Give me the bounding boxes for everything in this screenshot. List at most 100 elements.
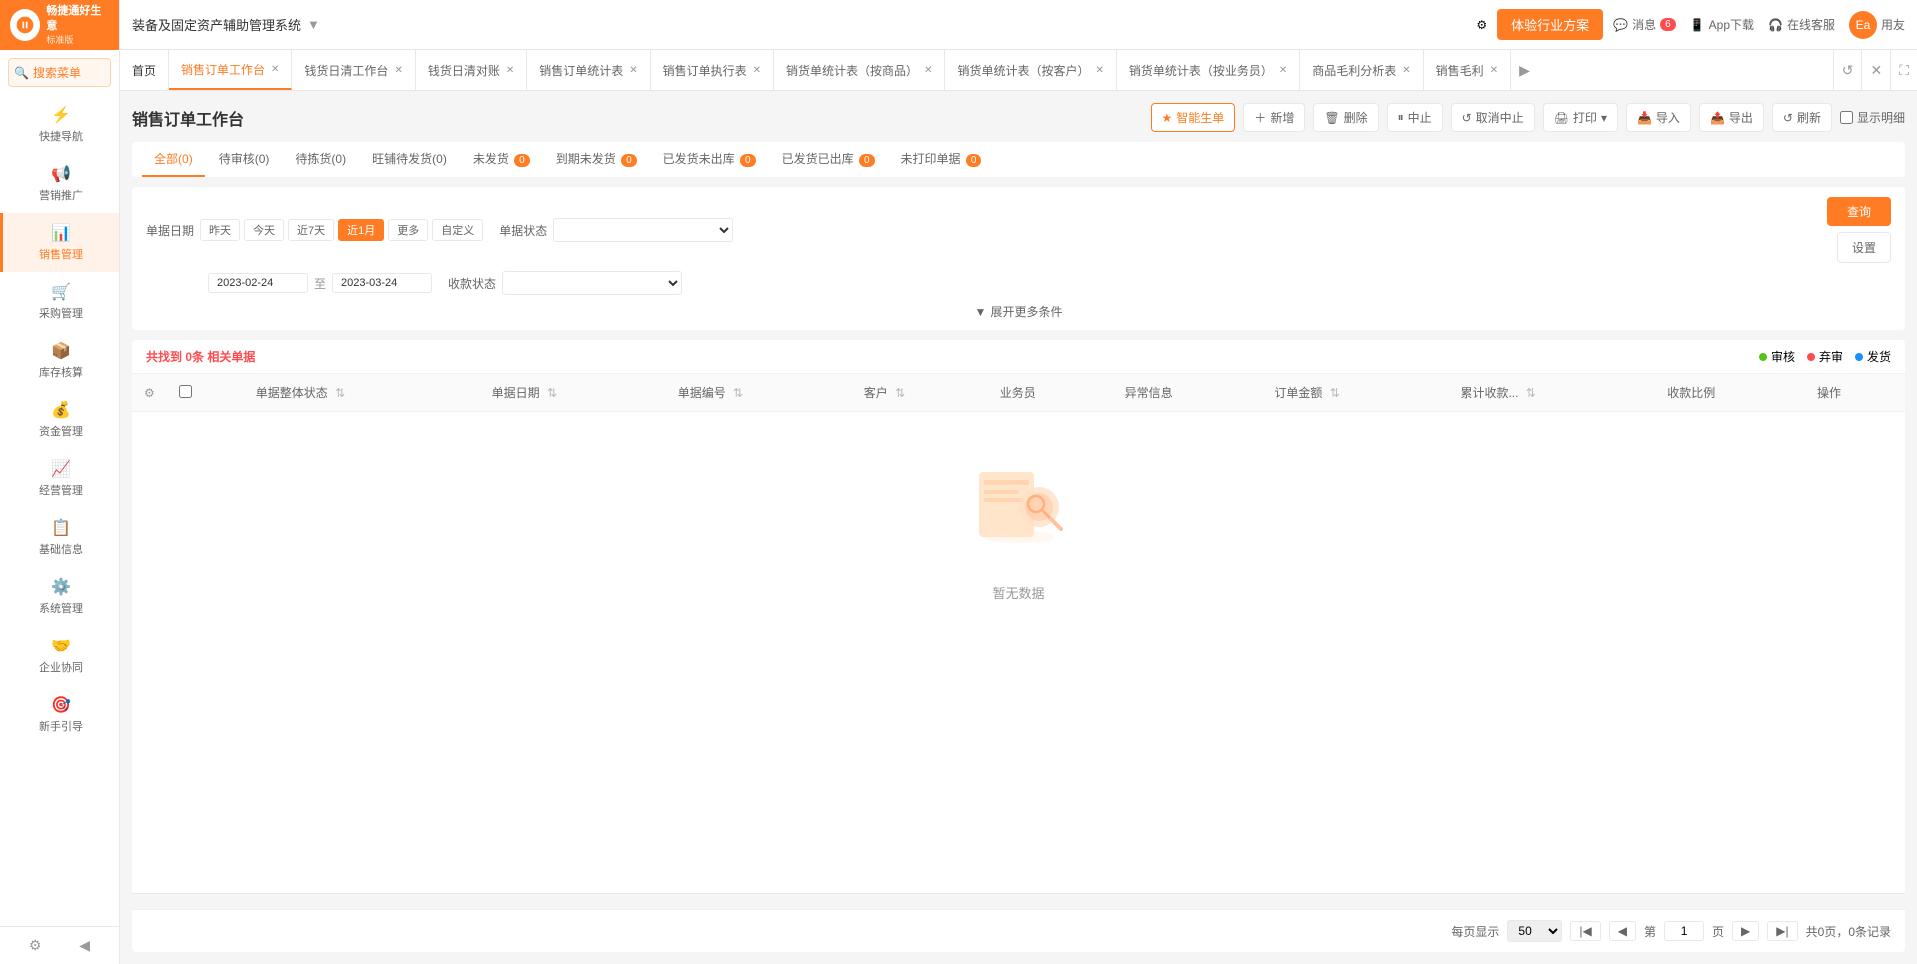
th-date[interactable]: 单据日期 ⇅	[480, 374, 666, 412]
tab-action-close-all[interactable]: ✕	[1861, 50, 1890, 90]
filter-tab-pending-audit[interactable]: 待审核(0)	[207, 142, 282, 177]
tab-sales-by-salesperson[interactable]: 销货单统计表（按业务员） ✕	[1117, 50, 1300, 90]
th-customer[interactable]: 客户 ⇅	[852, 374, 988, 412]
sidebar-item-quick-nav[interactable]: ⚡ 快捷导航	[0, 95, 119, 154]
tab-sales-stat[interactable]: 销售订单统计表 ✕	[527, 50, 650, 90]
sidebar-item-cooperation[interactable]: 🤝 企业协同	[0, 626, 119, 685]
sidebar-item-marketing[interactable]: 📢 营销推广	[0, 154, 119, 213]
sidebar-item-guide[interactable]: 🎯 新手引导	[0, 685, 119, 744]
show-detail-checkbox[interactable]	[1840, 111, 1853, 124]
sidebar-item-sales[interactable]: 📊 销售管理	[0, 213, 119, 272]
sidebar-item-management[interactable]: 📈 经营管理	[0, 449, 119, 508]
column-settings-icon[interactable]: ⚙	[144, 386, 155, 400]
filter-tab-pending-pick[interactable]: 待拣货(0)	[283, 142, 358, 177]
expand-btn[interactable]: ▼ 展开更多条件	[975, 303, 1063, 320]
date-start-input[interactable]	[208, 273, 308, 293]
export-btn[interactable]: 📤 导出	[1699, 103, 1764, 132]
print-btn[interactable]: 🖨 打印 ▾	[1543, 103, 1618, 132]
last-page-btn[interactable]: ▶|	[1767, 921, 1797, 941]
smart-generate-btn[interactable]: ★ 智能生单	[1151, 103, 1236, 132]
date-yesterday-btn[interactable]: 昨天	[200, 219, 240, 241]
tab-action-refresh[interactable]: ↺	[1833, 50, 1862, 90]
tab-home[interactable]: 首页	[120, 50, 169, 90]
search-menu-button[interactable]: 🔍 搜索菜单	[8, 58, 111, 87]
title-dropdown-icon[interactable]: ▼	[307, 17, 320, 32]
date-more-btn[interactable]: 更多	[388, 219, 428, 241]
sidebar-item-base-info[interactable]: 📋 基础信息	[0, 508, 119, 567]
th-status[interactable]: 单据整体状态 ⇅	[244, 374, 480, 412]
stop-btn[interactable]: ⏸ 中止	[1387, 103, 1443, 132]
date-today-btn[interactable]: 今天	[244, 219, 284, 241]
filter-tab-shop-pending[interactable]: 旺铺待发货(0)	[360, 142, 459, 177]
tab-sales-exec[interactable]: 销售订单执行表 ✕	[651, 50, 774, 90]
filter-tab-all[interactable]: 全部(0)	[142, 142, 205, 177]
set-btn[interactable]: 设置	[1837, 232, 1891, 263]
tab-sales-by-customer[interactable]: 销货单统计表（按客户） ✕	[945, 50, 1116, 90]
th-number[interactable]: 单据编号 ⇅	[666, 374, 852, 412]
add-btn[interactable]: ＋ 新增	[1243, 103, 1305, 132]
industry-btn[interactable]: 体验行业方案	[1497, 9, 1603, 40]
filter-tab-unprinted[interactable]: 未打印单据 0	[889, 142, 994, 177]
tab-gross-profit[interactable]: 商品毛利分析表 ✕	[1300, 50, 1423, 90]
settings-icon[interactable]: ⚙	[29, 937, 42, 954]
filter-tab-overdue-unshipped[interactable]: 到期未发货 0	[544, 142, 649, 177]
import-btn[interactable]: 📥 导入	[1626, 103, 1691, 132]
tab-sales-by-product[interactable]: 销货单统计表（按商品） ✕	[774, 50, 945, 90]
payment-select[interactable]	[502, 271, 682, 295]
inventory-icon: 📦	[51, 341, 71, 361]
query-btn[interactable]: 查询	[1827, 197, 1891, 226]
refresh-btn[interactable]: ↺ 刷新	[1772, 103, 1832, 132]
message-action[interactable]: 💬 消息 6	[1613, 16, 1676, 33]
tab-close-icon[interactable]: ✕	[753, 65, 761, 76]
th-collected[interactable]: 累计收款... ⇅	[1448, 374, 1655, 412]
filter-tab-shipped-out[interactable]: 已发货已出库 0	[770, 142, 887, 177]
cancel-stop-btn[interactable]: ↺ 取消中止	[1451, 103, 1535, 132]
sidebar-item-inventory[interactable]: 📦 库存核算	[0, 331, 119, 390]
filter-tab-shipped-not-out[interactable]: 已发货未出库 0	[651, 142, 768, 177]
sidebar-item-system[interactable]: ⚙️ 系统管理	[0, 567, 119, 626]
delete-btn[interactable]: 🗑 删除	[1313, 103, 1378, 132]
first-page-btn[interactable]: |◀	[1570, 921, 1600, 941]
select-all-checkbox[interactable]	[179, 385, 192, 398]
show-detail-label: 显示明细	[1857, 109, 1905, 126]
per-page-select[interactable]: 10 20 50 100	[1507, 920, 1562, 942]
quick-revoke-btn[interactable]: 弃审	[1807, 348, 1843, 365]
tab-close-icon[interactable]: ✕	[629, 65, 637, 76]
tabbar-more-btn[interactable]: ▶	[1511, 62, 1538, 79]
status-filter: 单据状态	[499, 218, 733, 242]
tab-sales-gross[interactable]: 销售毛利 ✕	[1424, 50, 1511, 90]
empty-state: 暂无数据	[132, 412, 1905, 642]
date-custom-btn[interactable]: 自定义	[432, 219, 483, 241]
user-action[interactable]: Ea 用友	[1849, 11, 1905, 39]
tab-close-icon[interactable]: ✕	[1490, 65, 1498, 76]
tab-close-icon[interactable]: ✕	[506, 65, 514, 76]
tab-daily-clear[interactable]: 钱货日清工作台 ✕	[292, 50, 415, 90]
page-input[interactable]	[1664, 921, 1704, 941]
next-page-btn[interactable]: ▶	[1732, 921, 1759, 941]
tab-action-expand[interactable]: ⛶	[1890, 50, 1917, 90]
app-download-action[interactable]: 📱 App下载	[1690, 16, 1754, 33]
tab-reconcile[interactable]: 钱货日清对账 ✕	[416, 50, 527, 90]
collapse-icon[interactable]: ◀	[79, 937, 90, 954]
horizontal-scrollbar[interactable]	[132, 893, 1905, 909]
tab-close-icon[interactable]: ✕	[1095, 65, 1103, 76]
prev-page-btn[interactable]: ◀	[1609, 921, 1636, 941]
quick-audit-btn[interactable]: 审核	[1759, 348, 1795, 365]
th-amount[interactable]: 订单金额 ⇅	[1262, 374, 1448, 412]
filter-tab-unshipped[interactable]: 未发货 0	[461, 142, 542, 177]
tab-close-icon[interactable]: ✕	[1279, 65, 1287, 76]
status-select[interactable]	[553, 218, 733, 242]
tab-close-icon[interactable]: ✕	[394, 65, 402, 76]
topbar-settings[interactable]: ⚙	[1476, 18, 1487, 32]
date-1month-btn[interactable]: 近1月	[338, 219, 384, 241]
quick-ship-btn[interactable]: 发货	[1855, 348, 1891, 365]
tab-close-icon[interactable]: ✕	[924, 65, 932, 76]
online-service-action[interactable]: 🎧 在线客服	[1768, 16, 1835, 33]
date-7days-btn[interactable]: 近7天	[288, 219, 334, 241]
tab-close-icon[interactable]: ✕	[1402, 65, 1410, 76]
date-end-input[interactable]	[332, 273, 432, 293]
sidebar-item-purchase[interactable]: 🛒 采购管理	[0, 272, 119, 331]
tab-close-icon[interactable]: ✕	[271, 64, 279, 75]
tab-sales-order-workbench[interactable]: 销售订单工作台 ✕	[169, 50, 292, 90]
sidebar-item-finance[interactable]: 💰 资金管理	[0, 390, 119, 449]
